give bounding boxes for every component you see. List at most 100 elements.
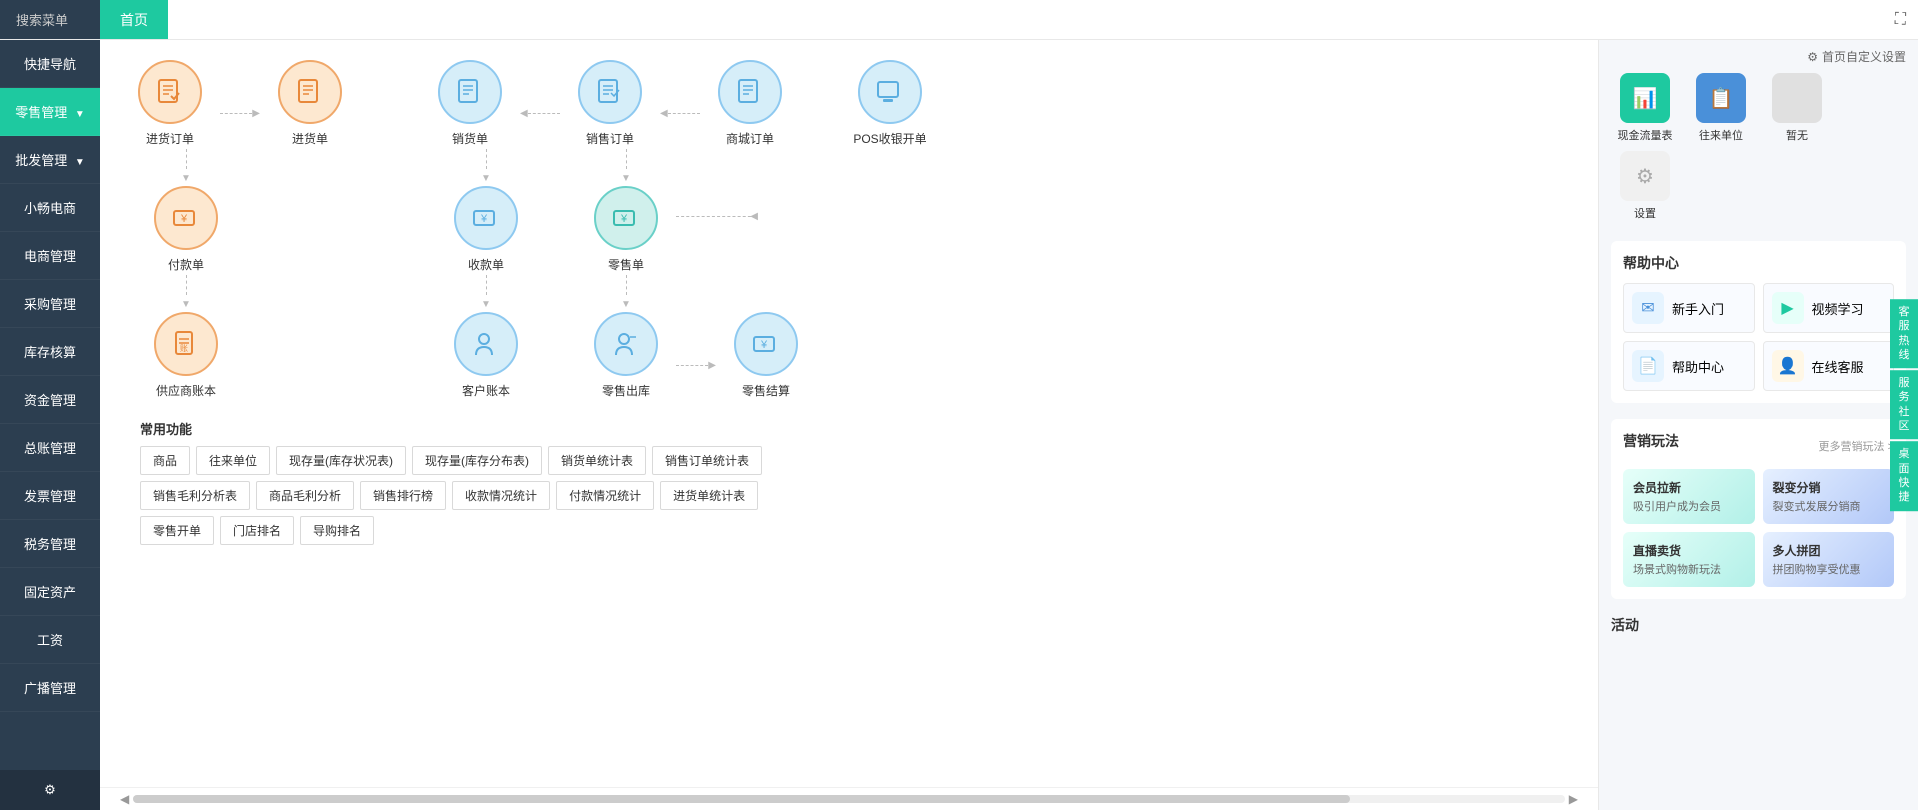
flow-node-xiaoshou-order[interactable]: 销售订单 <box>560 60 660 147</box>
func-btn-xiaoshou-rank[interactable]: 销售排行榜 <box>360 481 446 510</box>
scroll-right-arrow[interactable]: ▶ <box>1569 792 1578 806</box>
sidebar-item-zijin[interactable]: 资金管理 <box>0 376 100 424</box>
node-label-xiaohuo-single: 销货单 <box>452 130 488 147</box>
flow-node-shangcheng-order[interactable]: 商城订单 <box>700 60 800 147</box>
sidebar-item-zhangzhang[interactable]: 总账管理 <box>0 424 100 472</box>
float-buttons: 客服热线 服务社区 桌面快捷 <box>1890 299 1918 511</box>
func-buttons-row2: 销售毛利分析表 商品毛利分析 销售排行榜 收款情况统计 付款情况统计 进货单统计… <box>140 481 1558 510</box>
fission-title: 裂变分销 <box>1773 479 1885 496</box>
empty-label: 暂无 <box>1786 127 1808 143</box>
flow-node-shoukuan[interactable]: ¥ 收款单 <box>436 186 536 273</box>
more-marketing-link[interactable]: 更多营销玩法 > <box>1819 438 1894 454</box>
func-btn-maoli-fenxi[interactable]: 销售毛利分析表 <box>140 481 250 510</box>
member-title: 会员拉新 <box>1633 479 1745 496</box>
horizontal-scrollbar[interactable]: ◀ ▶ <box>100 787 1598 810</box>
func-btn-shangpin-maoli[interactable]: 商品毛利分析 <box>256 481 354 510</box>
func-btn-lingshou-kaidan[interactable]: 零售开单 <box>140 516 214 545</box>
node-circle-lingshou-chuku <box>594 312 658 376</box>
flow-node-lingshou-single[interactable]: ◀ ¥ 零售单 <box>576 186 676 273</box>
quick-icon-cash-flow[interactable]: 📊 现金流量表 <box>1611 73 1679 143</box>
sidebar-item-shuiwu[interactable]: 税务管理 <box>0 520 100 568</box>
flow-node-lingshou-jiesuan[interactable]: ¥ 零售结算 <box>716 312 816 399</box>
marketing-card: 营销玩法 更多营销玩法 > 会员拉新 吸引用户成为会员 裂变分销 裂变式发展分销… <box>1611 419 1906 599</box>
quick-icon-empty[interactable]: 暂无 <box>1763 73 1831 143</box>
marketing-item-member[interactable]: 会员拉新 吸引用户成为会员 <box>1623 469 1755 524</box>
float-btn-desktop-shortcut[interactable]: 桌面快捷 <box>1890 442 1918 511</box>
flow-node-pos[interactable]: POS收银开单 <box>840 60 940 147</box>
sidebar-item-lingshou[interactable]: 零售管理 ▼ <box>0 88 100 136</box>
func-btn-daogou-rank[interactable]: 导购排名 <box>300 516 374 545</box>
node-circle-lingshou-jiesuan: ¥ <box>734 312 798 376</box>
sidebar-item-caigou[interactable]: 采购管理 <box>0 280 100 328</box>
node-circle-xiaohuo-single <box>438 60 502 124</box>
fullscreen-button[interactable]: ⛶ <box>1891 7 1910 33</box>
sidebar-item-kucun[interactable]: 库存核算 <box>0 328 100 376</box>
marketing-item-live[interactable]: 直播卖货 场景式购物新玩法 <box>1623 532 1755 587</box>
tab-home[interactable]: 首页 <box>100 0 168 39</box>
quick-icon-settings[interactable]: ⚙ 设置 <box>1611 151 1679 221</box>
func-btn-xiancun2[interactable]: 现存量(库存分布表) <box>412 446 542 475</box>
node-circle-jinhuo-single <box>278 60 342 124</box>
node-circle-fukuan: ¥ <box>154 186 218 250</box>
supplier-label: 往来单位 <box>1699 127 1743 143</box>
online-icon: 👤 <box>1772 350 1804 382</box>
sidebar-item-gudingzichan[interactable]: 固定资产 <box>0 568 100 616</box>
flow-node-gongyingshang[interactable]: 账 供应商账本 <box>136 312 236 399</box>
help-label: 帮助中心 <box>1672 357 1724 376</box>
flow-node-xiaohuo-single[interactable]: 销货单 <box>420 60 520 147</box>
flow-node-jinhuo-order[interactable]: 进货订单 <box>120 60 220 147</box>
help-item-beginner[interactable]: ✉ 新手入门 <box>1623 283 1755 333</box>
video-label: 视频学习 <box>1812 299 1864 318</box>
scroll-track[interactable] <box>133 795 1565 803</box>
fission-desc: 裂变式发展分销商 <box>1773 498 1885 514</box>
func-btn-jinhuo-stat[interactable]: 进货单统计表 <box>660 481 758 510</box>
sidebar-item-fapiao[interactable]: 发票管理 <box>0 472 100 520</box>
node-circle-shangcheng-order <box>718 60 782 124</box>
scroll-left-arrow[interactable]: ◀ <box>120 792 129 806</box>
search-menu[interactable]: 搜索菜单 <box>0 0 100 39</box>
func-btn-wanglai[interactable]: 往来单位 <box>196 446 270 475</box>
func-btn-xiaohuo-stat[interactable]: 销货单统计表 <box>548 446 646 475</box>
node-circle-xiaoshou-order <box>578 60 642 124</box>
float-btn-customer-service[interactable]: 客服热线 <box>1890 299 1918 368</box>
func-btn-shangpin[interactable]: 商品 <box>140 446 190 475</box>
flow-node-jinhuo-single[interactable]: 进货单 <box>260 60 360 147</box>
sidebar-item-dianshangg[interactable]: 电商管理 <box>0 232 100 280</box>
node-label-jinhuo-order: 进货订单 <box>146 130 194 147</box>
sidebar-settings-button[interactable]: ⚙ <box>0 770 100 810</box>
help-center-title: 帮助中心 <box>1623 253 1894 273</box>
sidebar-item-kuaijie[interactable]: 快捷导航 <box>0 40 100 88</box>
settings-quick-label: 设置 <box>1634 205 1656 221</box>
func-btn-mendian-rank[interactable]: 门店排名 <box>220 516 294 545</box>
scroll-thumb <box>133 795 1350 803</box>
svg-text:¥: ¥ <box>760 339 768 351</box>
flow-node-fukuan[interactable]: ¥ 付款单 <box>136 186 236 273</box>
marketing-item-fission[interactable]: 裂变分销 裂变式发展分销商 <box>1763 469 1895 524</box>
node-label-pos: POS收银开单 <box>853 130 926 147</box>
sidebar-item-more[interactable]: 广播管理 <box>0 664 100 712</box>
help-item-online[interactable]: 👤 在线客服 <box>1763 341 1895 391</box>
sidebar: 快捷导航 零售管理 ▼ 批发管理 ▼ 小畅电商 电商管理 采购管理 库存核算 资… <box>0 40 100 810</box>
common-functions-title: 常用功能 <box>140 419 1558 438</box>
func-btn-shoukuan-stat[interactable]: 收款情况统计 <box>452 481 550 510</box>
sidebar-label-lingshou: 零售管理 <box>15 105 67 120</box>
help-item-help[interactable]: 📄 帮助中心 <box>1623 341 1755 391</box>
gear-icon: ⚙ <box>1807 50 1818 64</box>
help-grid: ✉ 新手入门 ▶ 视频学习 📄 帮助中心 👤 在线客服 <box>1623 283 1894 391</box>
flow-node-lingshou-chuku[interactable]: 零售出库 <box>576 312 676 399</box>
marketing-item-group[interactable]: 多人拼团 拼团购物享受优惠 <box>1763 532 1895 587</box>
func-btn-xiancun1[interactable]: 现存量(库存状况表) <box>276 446 406 475</box>
customize-label: 首页自定义设置 <box>1822 48 1906 65</box>
sidebar-item-xiaochang[interactable]: 小畅电商 <box>0 184 100 232</box>
sidebar-item-gongzi[interactable]: 工资 <box>0 616 100 664</box>
supplier-icon-box: 📋 <box>1696 73 1746 123</box>
help-item-video[interactable]: ▶ 视频学习 <box>1763 283 1895 333</box>
node-label-lingshou-jiesuan: 零售结算 <box>742 382 790 399</box>
flow-node-kehu[interactable]: 客户账本 <box>436 312 536 399</box>
sidebar-item-pifa[interactable]: 批发管理 ▼ <box>0 136 100 184</box>
customize-link[interactable]: ⚙ 首页自定义设置 <box>1807 48 1906 65</box>
func-btn-fukuan-stat[interactable]: 付款情况统计 <box>556 481 654 510</box>
func-btn-xiaoshou-stat[interactable]: 销售订单统计表 <box>652 446 762 475</box>
quick-icon-supplier[interactable]: 📋 往来单位 <box>1687 73 1755 143</box>
float-btn-service-community[interactable]: 服务社区 <box>1890 370 1918 439</box>
